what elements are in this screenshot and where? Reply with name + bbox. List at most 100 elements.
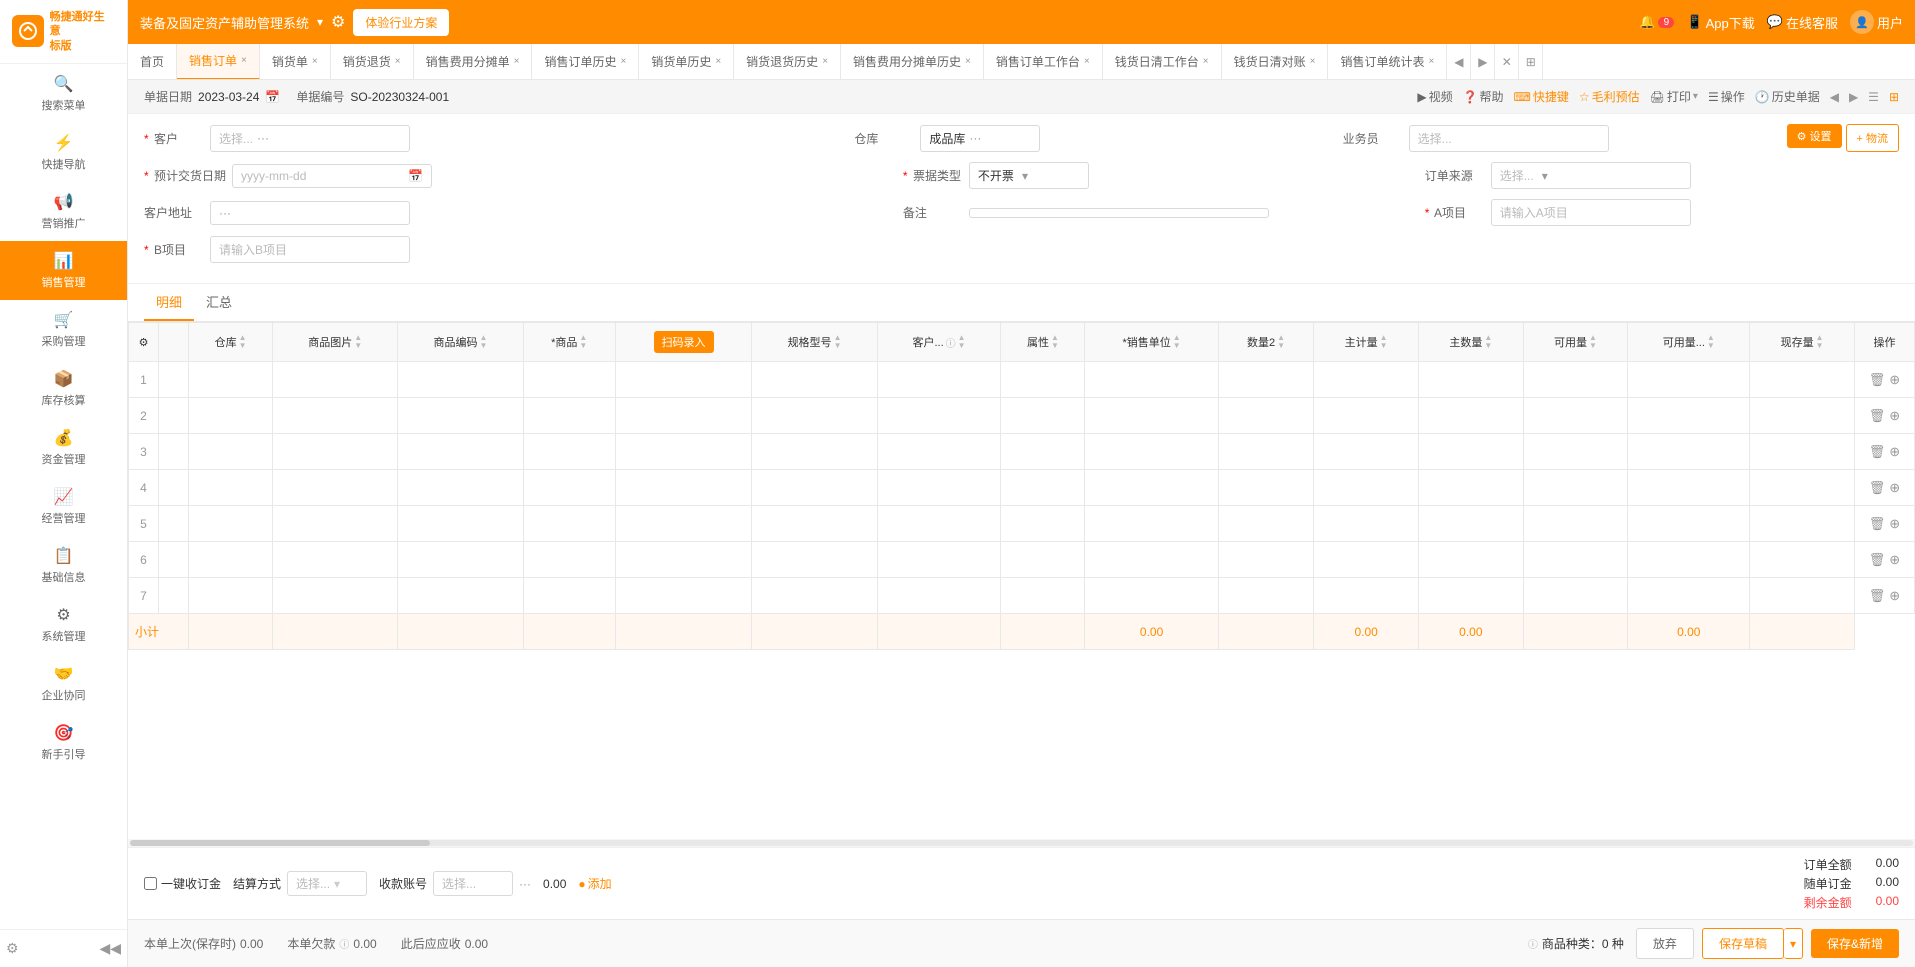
- row-5-cell-6[interactable]: [615, 506, 752, 542]
- preview-action[interactable]: ▶ 视频: [1417, 88, 1452, 105]
- row-2-cell-16[interactable]: [1750, 398, 1855, 434]
- row-copy-3[interactable]: ⊕: [1889, 444, 1900, 460]
- row-3-cell-3[interactable]: [273, 434, 398, 470]
- row-6-cell-2[interactable]: [189, 542, 273, 578]
- tab-12[interactable]: 销售订单统计表×: [1328, 44, 1447, 80]
- row-3-cell-13[interactable]: [1418, 434, 1523, 470]
- collapse-icon[interactable]: ◀◀: [99, 940, 121, 957]
- row-copy-2[interactable]: ⊕: [1889, 408, 1900, 424]
- row-3-cell-8[interactable]: [877, 434, 1001, 470]
- row-3-cell-7[interactable]: [752, 434, 877, 470]
- tab-nav-1[interactable]: ▶: [1471, 44, 1495, 80]
- th-available[interactable]: 可用量▲▼: [1523, 323, 1628, 362]
- row-1-cell-5[interactable]: [523, 362, 615, 398]
- tab-9[interactable]: 销售订单工作台×: [984, 44, 1103, 80]
- row-6-cell-12[interactable]: [1314, 542, 1419, 578]
- row-7-cell-12[interactable]: [1314, 578, 1419, 614]
- row-2-cell-13[interactable]: [1418, 398, 1523, 434]
- th-current-stock[interactable]: 现存量▲▼: [1750, 323, 1855, 362]
- tab-close-11[interactable]: ×: [1310, 56, 1316, 67]
- row-1-cell-6[interactable]: [615, 362, 752, 398]
- row-7-cell-14[interactable]: [1523, 578, 1628, 614]
- th-warehouse[interactable]: 仓库▲▼: [189, 323, 273, 362]
- user-menu[interactable]: 👤 用户: [1850, 10, 1903, 34]
- tab-nav-3[interactable]: ⊞: [1519, 44, 1543, 80]
- th-main-unit[interactable]: 主计量▲▼: [1314, 323, 1419, 362]
- tab-nav-2[interactable]: ✕: [1495, 44, 1519, 80]
- row-4-cell-1[interactable]: [159, 470, 189, 506]
- th-main-quantity[interactable]: 主数量▲▼: [1418, 323, 1523, 362]
- row-2-cell-12[interactable]: [1314, 398, 1419, 434]
- tab-10[interactable]: 钱货日清工作台×: [1103, 44, 1222, 80]
- tab-8[interactable]: 销售费用分摊单历史×: [841, 44, 984, 80]
- row-5-cell-8[interactable]: [877, 506, 1001, 542]
- row-2-cell-11[interactable]: [1218, 398, 1314, 434]
- row-delete-7[interactable]: 🗑: [1869, 588, 1886, 604]
- row-1-cell-2[interactable]: [189, 362, 273, 398]
- row-2-cell-10[interactable]: [1085, 398, 1218, 434]
- row-7-cell-5[interactable]: [523, 578, 615, 614]
- row-7-cell-15[interactable]: [1628, 578, 1750, 614]
- online-service-link[interactable]: 💬 在线客服: [1767, 13, 1838, 32]
- row-copy-7[interactable]: ⊕: [1889, 588, 1900, 604]
- scan-btn[interactable]: 扫码录入: [654, 331, 714, 353]
- settings-icon-top[interactable]: ⚙: [331, 12, 345, 32]
- help-action[interactable]: ❓ 帮助: [1463, 88, 1504, 105]
- row-5-cell-12[interactable]: [1314, 506, 1419, 542]
- th-quantity2[interactable]: 数量2▲▼: [1218, 323, 1314, 362]
- row-5-cell-4[interactable]: [398, 506, 523, 542]
- sidebar-item-10[interactable]: 🤝 企业协同: [0, 654, 127, 713]
- tab-close-8[interactable]: ×: [965, 56, 971, 67]
- row-7-cell-2[interactable]: [189, 578, 273, 614]
- th-product-image[interactable]: 商品图片▲▼: [273, 323, 398, 362]
- row-delete-6[interactable]: 🗑: [1869, 552, 1886, 568]
- row-4-cell-12[interactable]: [1314, 470, 1419, 506]
- th-settings[interactable]: ⚙: [129, 323, 159, 362]
- sidebar-item-5[interactable]: 📦 库存核算: [0, 359, 127, 418]
- remark-input[interactable]: [969, 208, 1269, 218]
- row-7-cell-7[interactable]: [752, 578, 877, 614]
- row-copy-4[interactable]: ⊕: [1889, 480, 1900, 496]
- sidebar-item-7[interactable]: 📈 经营管理: [0, 477, 127, 536]
- th-product-code[interactable]: 商品编码▲▼: [398, 323, 523, 362]
- row-6-cell-16[interactable]: [1750, 542, 1855, 578]
- customer-more-btn[interactable]: ···: [257, 131, 269, 145]
- row-5-cell-5[interactable]: [523, 506, 615, 542]
- tab-4[interactable]: 销售费用分摊单×: [414, 44, 533, 80]
- tab-close-10[interactable]: ×: [1203, 56, 1209, 67]
- th-sales-unit[interactable]: *销售单位▲▼: [1085, 323, 1218, 362]
- row-1-cell-15[interactable]: [1628, 362, 1750, 398]
- row-4-cell-16[interactable]: [1750, 470, 1855, 506]
- tab-close-9[interactable]: ×: [1084, 56, 1090, 67]
- row-7-cell-8[interactable]: [877, 578, 1001, 614]
- row-3-cell-14[interactable]: [1523, 434, 1628, 470]
- row-4-cell-4[interactable]: [398, 470, 523, 506]
- row-6-cell-10[interactable]: [1085, 542, 1218, 578]
- th-attribute[interactable]: 属性▲▼: [1001, 323, 1085, 362]
- row-3-cell-10[interactable]: [1085, 434, 1218, 470]
- table-scrollbar[interactable]: [128, 839, 1915, 847]
- view-list-icon[interactable]: ☰: [1868, 90, 1879, 104]
- row-5-cell-1[interactable]: [159, 506, 189, 542]
- tab-close-4[interactable]: ×: [514, 56, 520, 67]
- row-copy-5[interactable]: ⊕: [1889, 516, 1900, 532]
- row-7-cell-11[interactable]: [1218, 578, 1314, 614]
- row-2-cell-3[interactable]: [273, 398, 398, 434]
- tab-close-7[interactable]: ×: [822, 56, 828, 67]
- row-1-cell-7[interactable]: [752, 362, 877, 398]
- quick-settle-check[interactable]: [144, 877, 157, 890]
- row-5-cell-9[interactable]: [1001, 506, 1085, 542]
- row-3-cell-11[interactable]: [1218, 434, 1314, 470]
- warehouse-input[interactable]: 成品库 ···: [920, 125, 1040, 152]
- row-3-cell-6[interactable]: [615, 434, 752, 470]
- order-source-input[interactable]: 选择... ▾: [1491, 162, 1691, 189]
- row-4-cell-14[interactable]: [1523, 470, 1628, 506]
- row-5-cell-14[interactable]: [1523, 506, 1628, 542]
- row-6-cell-11[interactable]: [1218, 542, 1314, 578]
- row-6-cell-7[interactable]: [752, 542, 877, 578]
- row-1-cell-4[interactable]: [398, 362, 523, 398]
- tab-summary[interactable]: 汇总: [194, 284, 244, 321]
- row-copy-1[interactable]: ⊕: [1889, 372, 1900, 388]
- add-btn[interactable]: ● 添加: [578, 875, 611, 892]
- row-7-cell-3[interactable]: [273, 578, 398, 614]
